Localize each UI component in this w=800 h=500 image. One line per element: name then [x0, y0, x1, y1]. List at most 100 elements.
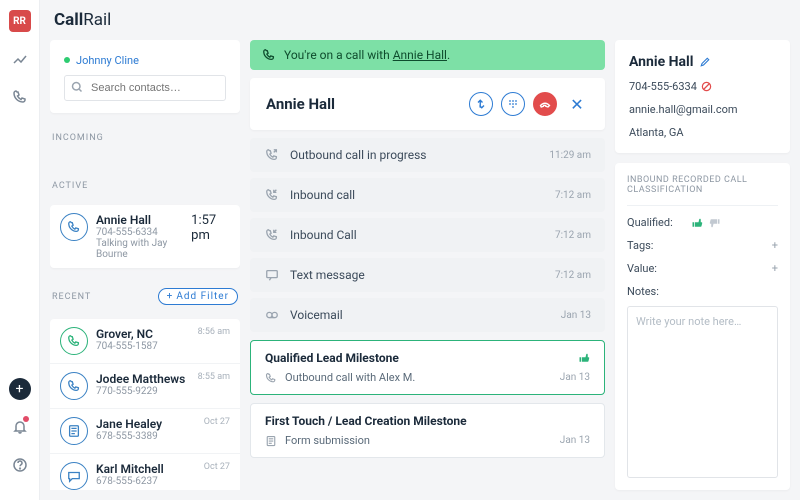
timeline-text: Outbound call in progress [290, 148, 539, 162]
outbound-icon [264, 148, 280, 162]
milestone2-sub: Form submission [285, 434, 370, 447]
tags-label: Tags: [627, 239, 683, 252]
contact-time: Oct 27 [204, 462, 230, 472]
notifications-icon[interactable] [9, 416, 31, 438]
dialpad-button[interactable] [501, 92, 525, 116]
vm-icon [264, 308, 280, 322]
timeline-row[interactable]: Text message7:12 am [250, 258, 605, 292]
contact-time: Oct 27 [204, 417, 230, 427]
edit-icon[interactable] [699, 56, 711, 68]
contact-icon [60, 327, 88, 355]
active-call-name: Annie Hall [96, 213, 183, 227]
search-input[interactable] [64, 75, 226, 101]
self-card: Johnny Cline [50, 40, 240, 113]
notes-input[interactable] [627, 306, 778, 478]
contact-item[interactable]: Grover, NC704-555-1587 8:56 am [50, 319, 240, 364]
milestone-qualified[interactable]: Qualified Lead Milestone Outbound call w… [250, 340, 605, 395]
phone-active-icon [262, 48, 276, 62]
nav-rail: RR + [0, 0, 40, 500]
contact-name: Grover, NC [96, 327, 190, 341]
contact-phone: 678-555-6237 [96, 476, 196, 487]
active-call-time: 1:57 pm [191, 213, 230, 243]
hangup-button[interactable] [533, 92, 557, 116]
text-icon [264, 268, 280, 282]
value-label: Value: [627, 262, 683, 275]
incoming-header: INCOMING [50, 123, 240, 147]
outbound-icon [265, 372, 277, 384]
timeline-text: Inbound call [290, 188, 545, 202]
search-wrap [64, 75, 226, 101]
notification-dot [23, 416, 29, 422]
call-title: Annie Hall [266, 95, 335, 113]
profile-phone: 704-555-6334 [629, 80, 697, 93]
help-icon[interactable] [9, 454, 31, 476]
phone-icon [60, 213, 88, 241]
timeline-row[interactable]: Voicemail Jan 13 [250, 298, 605, 332]
profile-location: Atlanta, GA [629, 116, 776, 139]
classification-header: INBOUND RECORDED CALL CLASSIFICATION [627, 175, 778, 206]
active-call-status: Talking with Jay Bourne [96, 238, 183, 260]
timeline-row[interactable]: Inbound Call7:12 am [250, 218, 605, 252]
qualified-yes-button[interactable] [691, 217, 703, 229]
contact-time: 8:55 am [198, 372, 230, 382]
inbound-icon [264, 228, 280, 242]
add-filter-button[interactable]: + Add Filter [158, 288, 238, 305]
timeline-time: Jan 13 [561, 310, 591, 321]
block-icon[interactable] [701, 81, 712, 92]
contact-phone: 770-555-9229 [96, 386, 190, 397]
milestone2-title: First Touch / Lead Creation Milestone [265, 414, 590, 428]
call-header: Annie Hall ✕ [250, 78, 605, 130]
inbound-icon [264, 188, 280, 202]
milestone-first-touch[interactable]: First Touch / Lead Creation Milestone Fo… [250, 403, 605, 458]
active-call-phone: 704-555-6334 [96, 227, 183, 238]
add-tag-button[interactable]: + [772, 239, 778, 252]
qualified-label: Qualified: [627, 216, 683, 229]
notes-label: Notes: [627, 285, 683, 298]
recent-header: RECENT + Add Filter [50, 278, 240, 309]
contact-phone: 704-555-1587 [96, 341, 190, 352]
contact-item[interactable]: Karl Mitchell678-555-6237 Oct 27 [50, 454, 240, 490]
milestone-time: Jan 13 [560, 372, 590, 383]
self-status[interactable]: Johnny Cline [64, 54, 139, 67]
qualified-no-button[interactable] [709, 217, 721, 229]
timeline-row[interactable]: Outbound call in progress 11:29 am [250, 138, 605, 172]
contact-time: 8:56 am [198, 327, 230, 337]
recent-list: Grover, NC704-555-1587 8:56 am Jodee Matth… [50, 319, 240, 490]
timeline-text: Text message [290, 268, 545, 282]
active-header: ACTIVE [50, 171, 240, 195]
milestone-sub: Outbound call with Alex M. [285, 371, 415, 384]
contact-phone: 678-555-3389 [96, 431, 196, 442]
form-icon [265, 435, 277, 447]
banner-name-link[interactable]: Annie Hall [393, 48, 447, 62]
search-icon [71, 81, 83, 93]
contact-name: Karl Mitchell [96, 462, 196, 476]
active-call-item[interactable]: Annie Hall 704-555-6334 Talking with Jay… [50, 205, 240, 268]
contact-item[interactable]: Jane Healey678-555-3389 Oct 27 [50, 409, 240, 454]
contact-name: Jodee Matthews [96, 372, 190, 386]
topbar: CallRail [40, 0, 800, 40]
timeline-text: Voicemail [290, 308, 551, 322]
transfer-button[interactable] [469, 92, 493, 116]
contact-icon [60, 462, 88, 490]
profile-name: Annie Hall [629, 54, 693, 70]
call-banner: You're on a call with Annie Hall. [250, 40, 605, 70]
timeline-row[interactable]: Inbound call 7:12 am [250, 178, 605, 212]
profile-email: annie.hall@gmail.com [629, 93, 776, 116]
analytics-icon[interactable] [9, 48, 31, 70]
contact-item[interactable]: Jodee Matthews770-555-9229 8:55 am [50, 364, 240, 409]
timeline-time: 7:12 am [555, 190, 591, 201]
calls-icon[interactable] [9, 86, 31, 108]
timeline: Outbound call in progress 11:29 am Inbound… [250, 138, 605, 332]
timeline-time: 11:29 am [549, 150, 591, 161]
close-button[interactable]: ✕ [565, 92, 589, 116]
timeline-time: 7:12 am [555, 230, 591, 241]
add-value-button[interactable]: + [772, 262, 778, 275]
contact-name: Jane Healey [96, 417, 196, 431]
thumbs-up-icon [578, 352, 590, 364]
milestone2-time: Jan 13 [560, 435, 590, 446]
contact-icon [60, 372, 88, 400]
classification-card: INBOUND RECORDED CALL CLASSIFICATION Qua… [615, 163, 790, 490]
brand-badge: RR [9, 10, 31, 32]
add-button[interactable]: + [9, 378, 31, 400]
contact-icon [60, 417, 88, 445]
